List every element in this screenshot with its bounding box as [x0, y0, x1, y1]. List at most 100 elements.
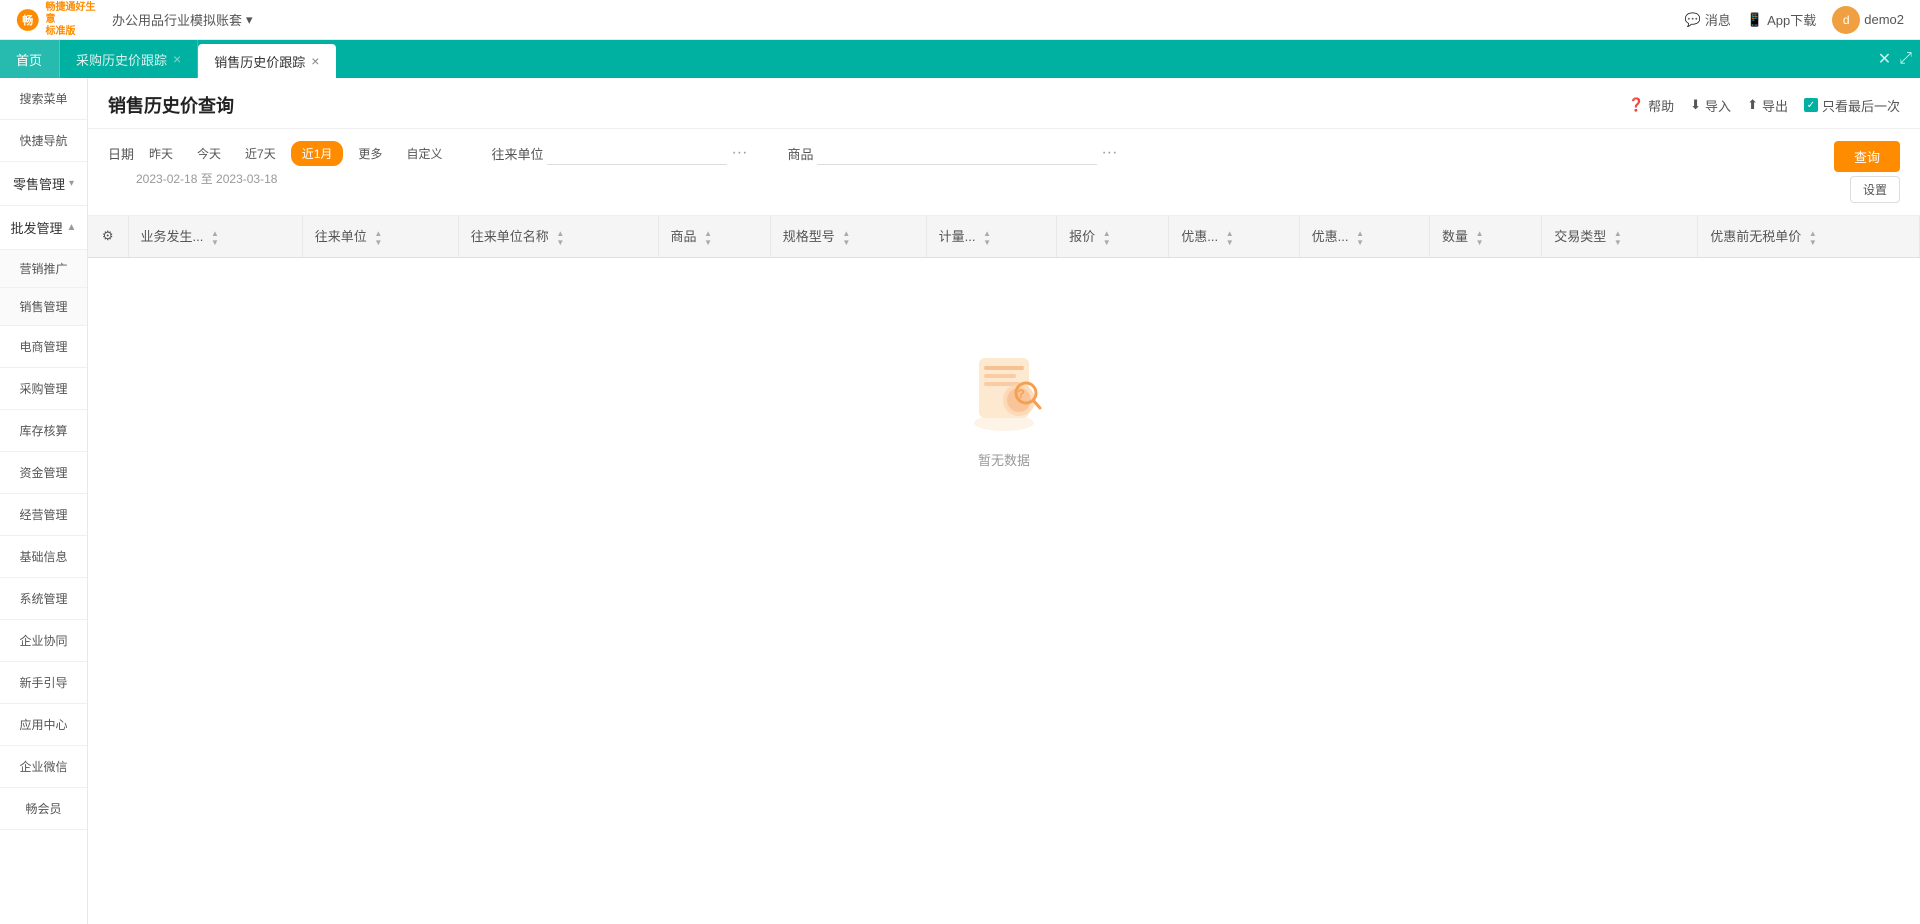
workspace-dropdown-icon[interactable]: ▾: [246, 12, 253, 28]
sidebar-item-operations[interactable]: 经营管理: [0, 494, 87, 536]
workspace-selector[interactable]: 办公用品行业模拟账套 ▾: [104, 6, 261, 33]
help-icon: ❓: [1628, 97, 1644, 113]
sidebar-item-app-center[interactable]: 应用中心: [0, 704, 87, 746]
col-biz-date[interactable]: 业务发生... ▲▼: [128, 216, 302, 257]
col-discount1[interactable]: 优惠... ▲▼: [1169, 216, 1299, 257]
col-pretax-price[interactable]: 优惠前无税单价 ▲▼: [1698, 216, 1920, 257]
page-header-actions: ❓ 帮助 ⬇ 导入 ⬆ 导出 ✓ 只看最后一次: [1628, 96, 1900, 115]
tab-purchase-history[interactable]: 采购历史价跟踪 ×: [60, 40, 198, 78]
tab-expand[interactable]: ⤢: [1899, 50, 1912, 68]
sidebar-item-search-menu[interactable]: 搜索菜单: [0, 78, 87, 120]
sidebar-item-new-guide[interactable]: 新手引导: [0, 662, 87, 704]
col-discount2-sort: ▲▼: [1356, 229, 1364, 247]
settings-button[interactable]: 设置: [1850, 176, 1900, 203]
sidebar-item-retail-mgmt[interactable]: 零售管理 ▾: [0, 162, 87, 206]
wholesale-mgmt-arrow: ▲: [67, 222, 77, 233]
empty-illustration: ?: [954, 338, 1054, 438]
tab-sales-history[interactable]: 销售历史价跟踪 ×: [198, 44, 336, 78]
query-button[interactable]: 查询: [1834, 141, 1900, 172]
tab-home[interactable]: 首页: [0, 40, 60, 78]
col-unit-sort: ▲▼: [983, 229, 991, 247]
date-btn-last7[interactable]: 近7天: [236, 141, 285, 166]
tab-bar-actions: ✕ ⤢: [1870, 40, 1920, 78]
sidebar-item-enterprise-wechat[interactable]: 企业微信: [0, 746, 87, 788]
tab-sales-history-label: 销售历史价跟踪: [214, 52, 305, 71]
tab-purchase-history-close[interactable]: ×: [173, 51, 181, 67]
col-pretax-price-sort: ▲▼: [1809, 229, 1817, 247]
date-btn-more[interactable]: 更多: [349, 141, 391, 166]
export-action[interactable]: ⬆ 导出: [1747, 96, 1788, 115]
sidebar-item-wholesale-mgmt[interactable]: 批发管理 ▲: [0, 206, 87, 250]
message-label: 消息: [1705, 10, 1731, 29]
col-quote[interactable]: 报价 ▲▼: [1057, 216, 1169, 257]
export-icon: ⬆: [1747, 97, 1758, 113]
sidebar-item-purchase-mgmt[interactable]: 采购管理: [0, 368, 87, 410]
partner-dots[interactable]: ···: [731, 144, 747, 162]
app-download-action[interactable]: 📱 App下载: [1747, 10, 1816, 29]
only-last-action[interactable]: ✓ 只看最后一次: [1804, 96, 1900, 115]
top-header: 畅 畅捷通好生意 标准版 办公用品行业模拟账套 ▾ 💬 消息 📱 App下载 d…: [0, 0, 1920, 40]
logo-icon: 畅: [16, 6, 40, 34]
sidebar-item-system-settings[interactable]: 系统管理: [0, 578, 87, 620]
svg-text:?: ?: [1017, 387, 1024, 401]
sidebar-purchase-mgmt-label: 采购管理: [19, 382, 67, 396]
user-profile[interactable]: d demo2: [1832, 6, 1904, 34]
col-biz-date-sort: ▲▼: [211, 229, 219, 247]
col-spec[interactable]: 规格型号 ▲▼: [770, 216, 926, 257]
sidebar-system-settings-label: 系统管理: [19, 592, 67, 606]
app-download-label: App下载: [1767, 10, 1816, 29]
partner-input[interactable]: [547, 141, 727, 165]
only-last-checkbox-icon: ✓: [1804, 98, 1818, 112]
sidebar-item-enterprise-collab[interactable]: 企业协同: [0, 620, 87, 662]
col-trade-type[interactable]: 交易类型 ▲▼: [1542, 216, 1698, 257]
tab-close-all[interactable]: ✕: [1878, 49, 1891, 69]
settings-icon: ⚙: [102, 228, 114, 243]
date-range-display: 2023-02-18 至 2023-03-18: [108, 170, 451, 187]
date-btn-last1m[interactable]: 近1月: [291, 141, 344, 166]
col-discount2[interactable]: 优惠... ▲▼: [1299, 216, 1429, 257]
col-spec-sort: ▲▼: [842, 229, 850, 247]
sidebar-item-finance[interactable]: 资金管理: [0, 452, 87, 494]
help-label: 帮助: [1648, 96, 1674, 115]
col-partner-code[interactable]: 往来单位 ▲▼: [302, 216, 458, 257]
sidebar-enterprise-wechat-label: 企业微信: [19, 760, 67, 774]
sidebar-sales-mgmt-label: 销售管理: [19, 300, 67, 314]
empty-text: 暂无数据: [978, 450, 1030, 469]
col-unit[interactable]: 计量... ▲▼: [926, 216, 1056, 257]
sidebar-item-ecommerce[interactable]: 电商管理: [0, 326, 87, 368]
sidebar-item-member[interactable]: 畅会员: [0, 788, 87, 830]
col-quantity[interactable]: 数量 ▲▼: [1430, 216, 1542, 257]
header-left: 畅 畅捷通好生意 标准版 办公用品行业模拟账套 ▾: [16, 2, 261, 38]
col-product[interactable]: 商品 ▲▼: [658, 216, 770, 257]
sidebar-item-sales-mgmt[interactable]: 销售管理: [0, 288, 87, 326]
sidebar-enterprise-collab-label: 企业协同: [19, 634, 67, 648]
content-area: 销售历史价查询 ❓ 帮助 ⬇ 导入 ⬆ 导出 ✓ 只看最后一次: [88, 78, 1920, 924]
date-btn-custom[interactable]: 自定义: [397, 141, 451, 166]
sidebar-item-inventory[interactable]: 库存核算: [0, 410, 87, 452]
data-table: ⚙ 业务发生... ▲▼ 往来单位 ▲▼ 往来单位名称 ▲▼: [88, 216, 1920, 258]
col-settings[interactable]: ⚙: [88, 216, 128, 257]
product-filter-group: 商品 ···: [787, 141, 1117, 165]
col-quote-sort: ▲▼: [1103, 229, 1111, 247]
product-dots[interactable]: ···: [1101, 144, 1117, 162]
avatar: d: [1832, 6, 1860, 34]
date-btn-today[interactable]: 今天: [188, 141, 230, 166]
date-btn-yesterday[interactable]: 昨天: [140, 141, 182, 166]
sidebar: 搜索菜单 快捷导航 零售管理 ▾ 批发管理 ▲ 营销推广 销售管理 电商管理 采…: [0, 78, 88, 924]
filter-action-group: 查询 设置: [1834, 141, 1900, 203]
sidebar-item-quick-nav[interactable]: 快捷导航: [0, 120, 87, 162]
sidebar-item-basic-info[interactable]: 基础信息: [0, 536, 87, 578]
import-action[interactable]: ⬇ 导入: [1690, 96, 1731, 115]
sidebar-retail-label: 零售管理: [13, 174, 65, 193]
col-partner-name[interactable]: 往来单位名称 ▲▼: [458, 216, 658, 257]
product-input[interactable]: [817, 141, 1097, 165]
sidebar-wholesale-label: 批发管理: [11, 218, 63, 237]
help-action[interactable]: ❓ 帮助: [1628, 96, 1674, 115]
message-action[interactable]: 💬 消息: [1685, 10, 1731, 29]
sidebar-finance-label: 资金管理: [19, 466, 67, 480]
tab-sales-history-close[interactable]: ×: [311, 53, 319, 69]
user-name: demo2: [1864, 12, 1904, 27]
sidebar-item-marketing[interactable]: 营销推广: [0, 250, 87, 288]
import-icon: ⬇: [1690, 97, 1701, 113]
app-download-icon: 📱: [1747, 12, 1763, 28]
